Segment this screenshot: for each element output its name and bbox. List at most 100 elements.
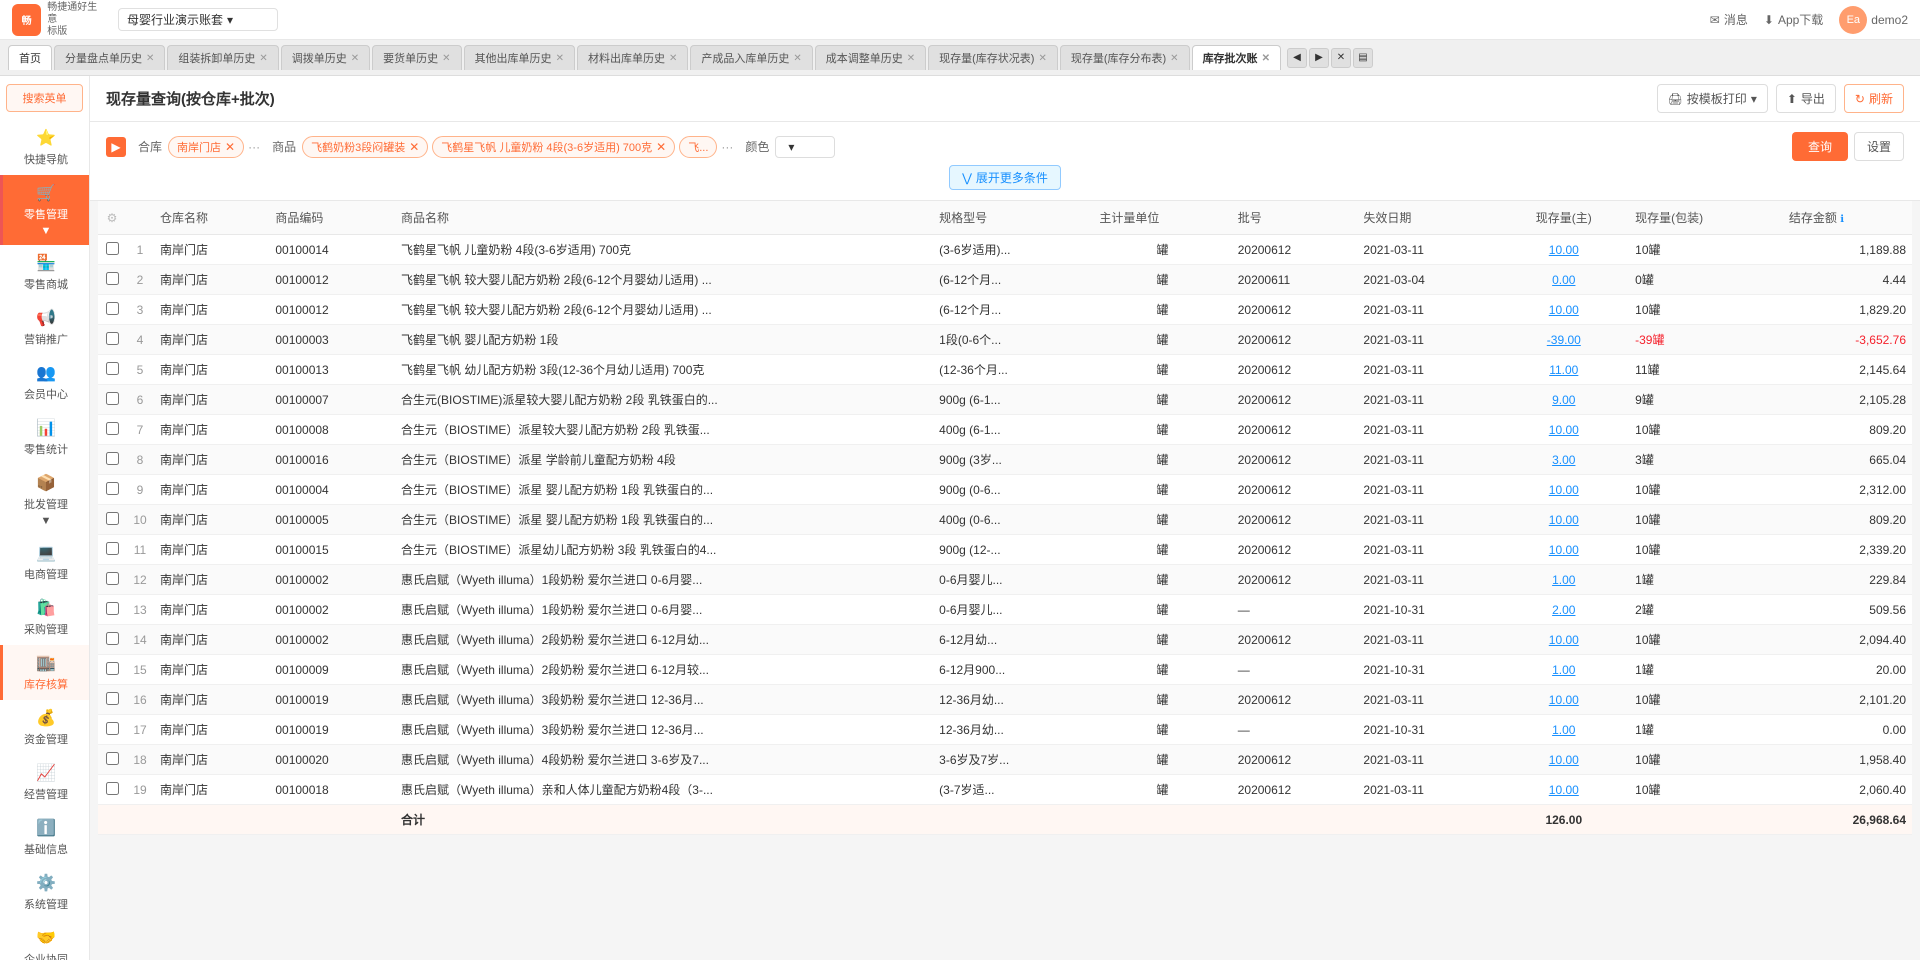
info-icon[interactable]: ℹ xyxy=(1840,214,1844,225)
sidebar-item-retail-shop[interactable]: 🏪 零售商城 xyxy=(0,245,89,300)
tab-home[interactable]: 首页 xyxy=(8,45,52,70)
export-btn[interactable]: ⬆ 导出 xyxy=(1776,84,1836,113)
sidebar-item-marketing[interactable]: 📢 营销推广 xyxy=(0,300,89,355)
close-icon[interactable]: ✕ xyxy=(1038,53,1046,64)
close-icon[interactable]: ✕ xyxy=(1170,53,1178,64)
row-checkbox[interactable] xyxy=(98,505,126,535)
remove-tag-icon-3[interactable]: ✕ xyxy=(656,140,666,154)
row-checkbox[interactable] xyxy=(98,685,126,715)
warehouse-tag-1[interactable]: 南岸门店 ✕ xyxy=(168,136,244,158)
tab-1[interactable]: 分量盘点单历史 ✕ xyxy=(54,45,165,70)
remove-tag-icon[interactable]: ✕ xyxy=(225,140,235,154)
row-checkbox[interactable] xyxy=(98,475,126,505)
cell-stock-main[interactable]: 10.00 xyxy=(1498,505,1629,535)
cell-stock-main[interactable]: -39.00 xyxy=(1498,325,1629,355)
user-avatar[interactable]: Ea demo2 xyxy=(1839,6,1908,34)
cell-stock-main[interactable]: 11.00 xyxy=(1498,355,1629,385)
cell-stock-main[interactable]: 2.00 xyxy=(1498,595,1629,625)
row-checkbox[interactable] xyxy=(98,235,126,265)
print-btn[interactable]: 🖨 按模板打印 ▾ xyxy=(1657,84,1768,113)
close-icon[interactable]: ✕ xyxy=(259,53,267,64)
row-checkbox[interactable] xyxy=(98,655,126,685)
industry-select[interactable]: 母婴行业演示账套 ▾ xyxy=(118,8,278,31)
filter-more-icon[interactable]: ··· xyxy=(248,140,260,154)
filter-more-icon-2[interactable]: ··· xyxy=(721,140,733,154)
row-checkbox[interactable] xyxy=(98,415,126,445)
row-checkbox[interactable] xyxy=(98,325,126,355)
tab-11[interactable]: 库存批次账 ✕ xyxy=(1192,45,1281,70)
tab-5[interactable]: 其他出库单历史 ✕ xyxy=(464,45,575,70)
cell-stock-main[interactable]: 10.00 xyxy=(1498,625,1629,655)
row-checkbox[interactable] xyxy=(98,715,126,745)
cell-stock-main[interactable]: 10.00 xyxy=(1498,775,1629,805)
goods-tag-1[interactable]: 飞鹤奶粉3段闷罐装 ✕ xyxy=(302,136,428,158)
color-select[interactable]: ▾ xyxy=(775,136,835,158)
goods-tag-3[interactable]: 飞... xyxy=(679,136,717,158)
tab-next-btn[interactable]: ▶ xyxy=(1309,48,1329,68)
row-checkbox[interactable] xyxy=(98,625,126,655)
goods-tag-2[interactable]: 飞鹤星飞帆 儿童奶粉 4段(3-6岁适用) 700克 ✕ xyxy=(432,136,675,158)
search-menu-btn[interactable]: 搜索英单 xyxy=(6,84,83,112)
sidebar-item-ecommerce[interactable]: 💻 电商管理 xyxy=(0,535,89,590)
messages-btn[interactable]: ✉ 消息 xyxy=(1710,11,1748,28)
row-checkbox[interactable] xyxy=(98,385,126,415)
row-checkbox[interactable] xyxy=(98,535,126,565)
row-checkbox[interactable] xyxy=(98,595,126,625)
close-icon[interactable]: ✕ xyxy=(907,53,915,64)
set-btn[interactable]: 设置 xyxy=(1854,132,1904,161)
tab-4[interactable]: 要货单历史 ✕ xyxy=(372,45,461,70)
cell-stock-main[interactable]: 10.00 xyxy=(1498,295,1629,325)
query-btn[interactable]: 查询 xyxy=(1792,132,1848,161)
tab-9[interactable]: 现存量(库存状况表) ✕ xyxy=(928,45,1058,70)
sidebar-item-operation[interactable]: 📈 经营管理 xyxy=(0,755,89,810)
tab-6[interactable]: 材料出库单历史 ✕ xyxy=(577,45,688,70)
cell-stock-main[interactable]: 1.00 xyxy=(1498,715,1629,745)
row-checkbox[interactable] xyxy=(98,445,126,475)
expand-conditions-btn[interactable]: ⋁ 展开更多条件 xyxy=(949,165,1061,190)
sidebar-item-enterprise[interactable]: 🤝 企业协同 xyxy=(0,920,89,960)
row-checkbox[interactable] xyxy=(98,565,126,595)
row-checkbox[interactable] xyxy=(98,745,126,775)
sidebar-item-retail-stats[interactable]: 📊 零售统计 xyxy=(0,410,89,465)
cell-stock-main[interactable]: 10.00 xyxy=(1498,235,1629,265)
sidebar-item-purchase[interactable]: 🛍️ 采购管理 xyxy=(0,590,89,645)
close-icon[interactable]: ✕ xyxy=(556,53,564,64)
cell-stock-main[interactable]: 10.00 xyxy=(1498,415,1629,445)
cell-stock-main[interactable]: 1.00 xyxy=(1498,565,1629,595)
tab-2[interactable]: 组装拆卸单历史 ✕ xyxy=(167,45,278,70)
cell-stock-main[interactable]: 10.00 xyxy=(1498,475,1629,505)
sidebar-item-inventory[interactable]: 🏬 库存核算 xyxy=(0,645,89,700)
tab-10[interactable]: 现存量(库存分布表) ✕ xyxy=(1060,45,1190,70)
settings-icon[interactable]: ⚙ xyxy=(107,211,118,225)
tab-8[interactable]: 成本调整单历史 ✕ xyxy=(815,45,926,70)
close-icon[interactable]: ✕ xyxy=(793,53,801,64)
cell-stock-main[interactable]: 10.00 xyxy=(1498,535,1629,565)
sidebar-item-member[interactable]: 👥 会员中心 xyxy=(0,355,89,410)
tab-7[interactable]: 产成品入库单历史 ✕ xyxy=(690,45,812,70)
cell-stock-main[interactable]: 9.00 xyxy=(1498,385,1629,415)
cell-stock-main[interactable]: 0.00 xyxy=(1498,265,1629,295)
tab-close-btn[interactable]: ✕ xyxy=(1331,48,1351,68)
sidebar-item-quick-nav[interactable]: ⭐ 快捷导航 xyxy=(0,120,89,175)
row-checkbox[interactable] xyxy=(98,295,126,325)
cell-stock-main[interactable]: 10.00 xyxy=(1498,745,1629,775)
row-checkbox[interactable] xyxy=(98,775,126,805)
sidebar-item-wholesale[interactable]: 📦 批发管理 ▼ xyxy=(0,465,89,535)
row-checkbox[interactable] xyxy=(98,265,126,295)
sidebar-item-basic-info[interactable]: ℹ️ 基础信息 xyxy=(0,810,89,865)
sidebar-item-system[interactable]: ⚙️ 系统管理 xyxy=(0,865,89,920)
remove-tag-icon-2[interactable]: ✕ xyxy=(409,140,419,154)
row-checkbox[interactable] xyxy=(98,355,126,385)
refresh-btn[interactable]: ↻ 刷新 xyxy=(1844,84,1904,113)
sidebar-item-retail-mgmt[interactable]: 🛒 零售管理 ▼ xyxy=(0,175,89,245)
app-download-btn[interactable]: ⬇ App下载 xyxy=(1764,11,1823,28)
cell-stock-main[interactable]: 1.00 xyxy=(1498,655,1629,685)
tab-3[interactable]: 调拨单历史 ✕ xyxy=(281,45,370,70)
close-icon[interactable]: ✕ xyxy=(351,53,359,64)
tab-prev-btn[interactable]: ◀ xyxy=(1287,48,1307,68)
close-icon[interactable]: ✕ xyxy=(442,53,450,64)
close-icon[interactable]: ✕ xyxy=(669,53,677,64)
expand-filter-btn[interactable]: ▶ xyxy=(106,137,126,157)
cell-stock-main[interactable]: 3.00 xyxy=(1498,445,1629,475)
close-icon[interactable]: ✕ xyxy=(1262,53,1270,64)
